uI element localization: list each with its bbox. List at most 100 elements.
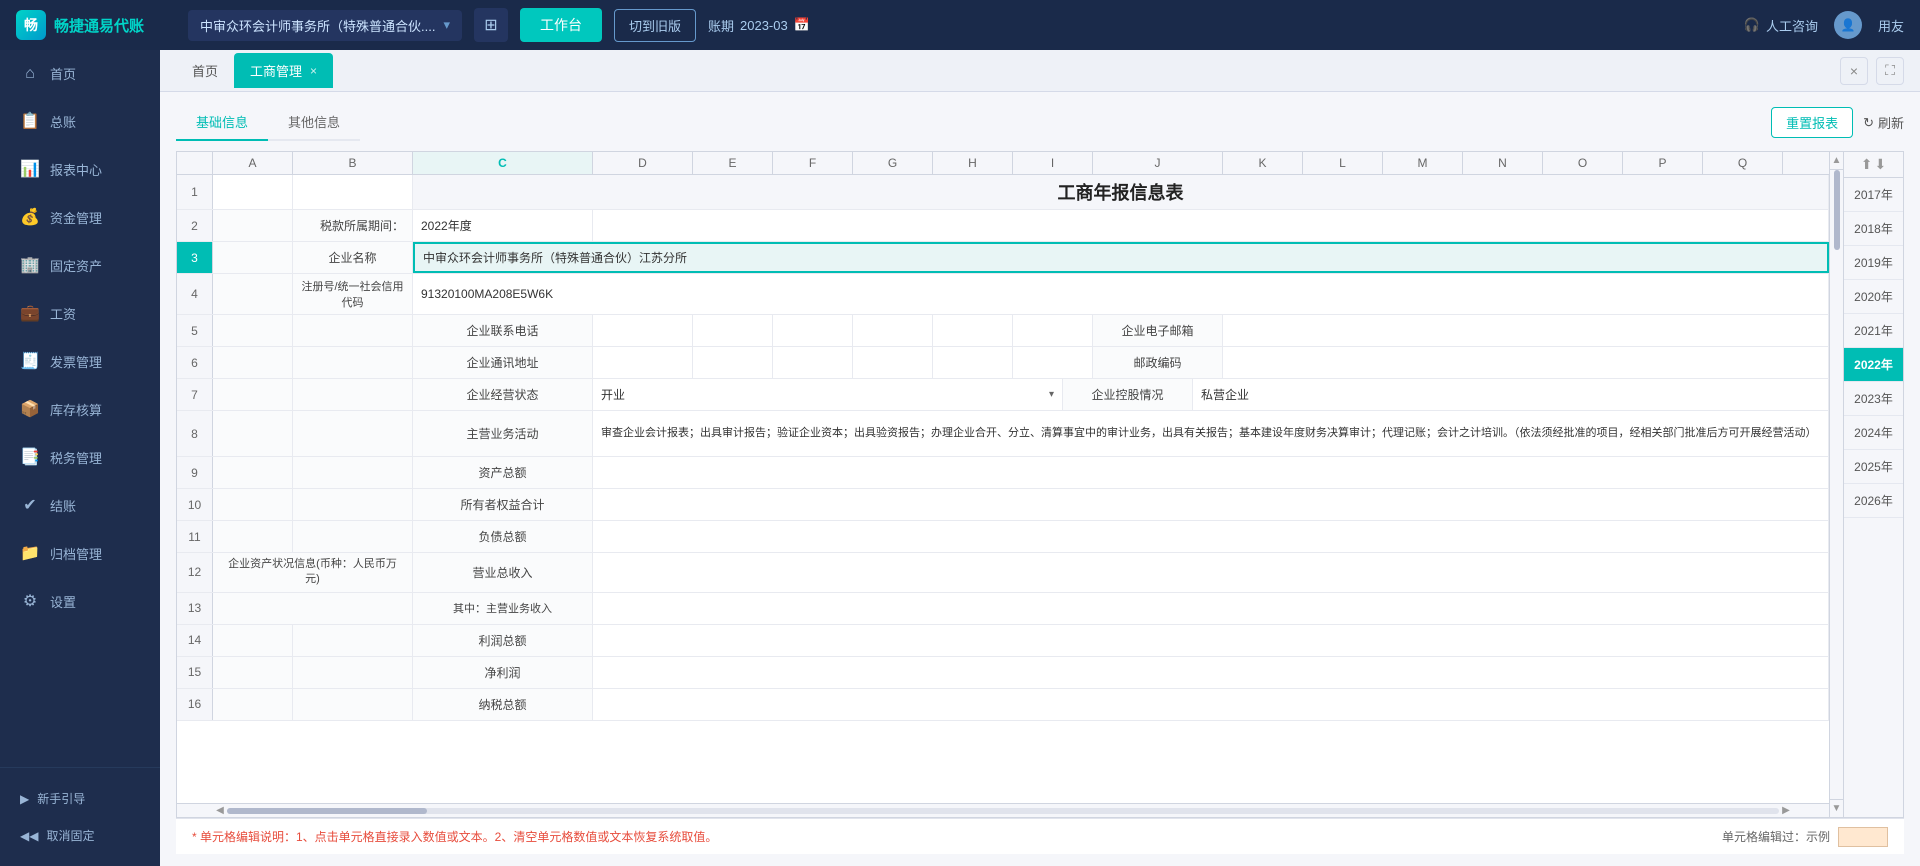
tab-basic-info[interactable]: 基础信息 xyxy=(176,104,268,141)
year-item-2024[interactable]: 2024年 xyxy=(1844,416,1903,450)
sidebar-item-settings[interactable]: ⚙ 设置 xyxy=(0,577,160,625)
year-item-2020[interactable]: 2020年 xyxy=(1844,280,1903,314)
workbench-button[interactable]: 工作台 xyxy=(520,8,602,42)
cell-2c[interactable]: 2022年度 xyxy=(413,210,593,241)
cell-1a[interactable] xyxy=(213,175,293,209)
cell-5i[interactable] xyxy=(1013,315,1093,346)
cell-9a[interactable] xyxy=(213,457,293,488)
cell-7d[interactable]: 开业 ▾ xyxy=(593,379,1063,410)
cell-13-val[interactable] xyxy=(593,593,1829,624)
unpin-item[interactable]: ◀◀ 取消固定 xyxy=(0,817,160,854)
cell-6j[interactable]: 邮政编码 xyxy=(1093,347,1223,378)
cell-14a[interactable] xyxy=(213,625,293,656)
cell-13-spacer[interactable] xyxy=(213,593,413,624)
cell-6a[interactable] xyxy=(213,347,293,378)
cell-12c[interactable]: 营业总收入 xyxy=(413,553,593,592)
h-scrollbar-thumb[interactable] xyxy=(227,808,427,814)
cell-6g[interactable] xyxy=(853,347,933,378)
sidebar-item-ledger[interactable]: 📋 总账 xyxy=(0,97,160,145)
cell-5k[interactable] xyxy=(1223,315,1829,346)
cell-6d[interactable] xyxy=(593,347,693,378)
cell-12-val[interactable] xyxy=(593,553,1829,592)
newbie-guide-item[interactable]: ▶ 新手引导 xyxy=(0,780,160,817)
year-item-2023[interactable]: 2023年 xyxy=(1844,382,1903,416)
company-selector[interactable]: 中审众环会计师事务所（特殊普通合伙.... ▾ xyxy=(188,10,462,41)
sidebar-item-tax[interactable]: 📑 税务管理 xyxy=(0,433,160,481)
sidebar-item-inventory[interactable]: 📦 库存核算 xyxy=(0,385,160,433)
year-item-2026[interactable]: 2026年 xyxy=(1844,484,1903,518)
cell-2d[interactable] xyxy=(593,210,1829,241)
cell-12-group[interactable]: 企业资产状况信息(币种：人民币万元) xyxy=(213,553,413,592)
year-item-2022[interactable]: 2022年 xyxy=(1844,348,1903,382)
cell-9c[interactable]: 资产总额 xyxy=(413,457,593,488)
cell-7b[interactable] xyxy=(293,379,413,410)
close-tab-button[interactable]: × xyxy=(1840,57,1868,85)
v-scrollbar-track[interactable] xyxy=(1830,170,1843,799)
cell-6b[interactable] xyxy=(293,347,413,378)
dropdown-arrow[interactable]: ▾ xyxy=(1049,389,1054,400)
scroll-up-arrow[interactable]: ▲ xyxy=(1830,152,1843,170)
cell-9-val[interactable] xyxy=(593,457,1829,488)
cell-10c[interactable]: 所有者权益合计 xyxy=(413,489,593,520)
cell-5a[interactable] xyxy=(213,315,293,346)
support-button[interactable]: 🎧 人工咨询 xyxy=(1744,16,1818,35)
cell-10b[interactable] xyxy=(293,489,413,520)
cell-6f[interactable] xyxy=(773,347,853,378)
cell-8c[interactable]: 主营业务活动 xyxy=(413,411,593,456)
tab-close-icon[interactable]: × xyxy=(310,64,317,78)
cell-5g[interactable] xyxy=(853,315,933,346)
tab-other-info[interactable]: 其他信息 xyxy=(268,104,360,141)
col-header-c[interactable]: C xyxy=(413,152,593,174)
cell-16-val[interactable] xyxy=(593,689,1829,720)
cell-6h[interactable] xyxy=(933,347,1013,378)
cell-14c[interactable]: 利润总额 xyxy=(413,625,593,656)
cell-5j[interactable]: 企业电子邮箱 xyxy=(1093,315,1223,346)
sidebar-item-invoice[interactable]: 🧾 发票管理 xyxy=(0,337,160,385)
cell-2b[interactable]: 税款所属期间： xyxy=(293,210,413,241)
sidebar-item-closing[interactable]: ✔ 结账 xyxy=(0,481,160,529)
horizontal-scrollbar[interactable]: ◀ ▶ xyxy=(177,803,1829,817)
cell-1b[interactable] xyxy=(293,175,413,209)
sidebar-item-payroll[interactable]: 💼 工资 xyxy=(0,289,160,337)
year-item-2018[interactable]: 2018年 xyxy=(1844,212,1903,246)
cell-4c[interactable]: 91320100MA208E5W6K xyxy=(413,274,1829,314)
scroll-right-arrow[interactable]: ▶ xyxy=(1779,805,1793,816)
sidebar-item-assets[interactable]: 🏢 固定资产 xyxy=(0,241,160,289)
cell-5b[interactable] xyxy=(293,315,413,346)
cell-7a[interactable] xyxy=(213,379,293,410)
cell-3a[interactable] xyxy=(213,242,293,273)
cell-8-content[interactable]: 审查企业会计报表；出具审计报告；验证企业资本；出具验资报告；办理企业合开、分立、… xyxy=(593,411,1829,456)
cell-8b[interactable] xyxy=(293,411,413,456)
cell-6k[interactable] xyxy=(1223,347,1829,378)
year-nav-up-icon[interactable]: ⬆ xyxy=(1861,156,1873,173)
cell-15-val[interactable] xyxy=(593,657,1829,688)
reset-report-button[interactable]: 重置报表 xyxy=(1771,107,1853,138)
cell-6e[interactable] xyxy=(693,347,773,378)
h-scrollbar-track[interactable] xyxy=(227,808,1779,814)
cell-11a[interactable] xyxy=(213,521,293,552)
cell-3b[interactable]: 企业名称 xyxy=(293,242,413,273)
tab-business-management[interactable]: 工商管理 × xyxy=(234,53,333,88)
year-item-2021[interactable]: 2021年 xyxy=(1844,314,1903,348)
cell-5d[interactable] xyxy=(593,315,693,346)
sidebar-item-home[interactable]: ⌂ 首页 xyxy=(0,50,160,97)
cell-5e[interactable] xyxy=(693,315,773,346)
calendar-icon[interactable]: 📅 xyxy=(794,17,810,33)
cell-10-val[interactable] xyxy=(593,489,1829,520)
cell-14b[interactable] xyxy=(293,625,413,656)
cell-5h[interactable] xyxy=(933,315,1013,346)
refresh-button[interactable]: ↻ 刷新 xyxy=(1863,113,1904,132)
cell-15a[interactable] xyxy=(213,657,293,688)
cell-11b[interactable] xyxy=(293,521,413,552)
cell-7j[interactable]: 企业控股情况 xyxy=(1063,379,1193,410)
sidebar-item-capital[interactable]: 💰 资金管理 xyxy=(0,193,160,241)
cell-15b[interactable] xyxy=(293,657,413,688)
year-item-2017[interactable]: 2017年 xyxy=(1844,178,1903,212)
tab-home[interactable]: 首页 xyxy=(176,53,234,88)
cell-3c[interactable]: 中审众环会计师事务所（特殊普通合伙）江苏分所 xyxy=(413,242,1829,273)
cell-14-val[interactable] xyxy=(593,625,1829,656)
cell-16b[interactable] xyxy=(293,689,413,720)
cell-6c[interactable]: 企业通讯地址 xyxy=(413,347,593,378)
year-item-2019[interactable]: 2019年 xyxy=(1844,246,1903,280)
cell-16c[interactable]: 纳税总额 xyxy=(413,689,593,720)
